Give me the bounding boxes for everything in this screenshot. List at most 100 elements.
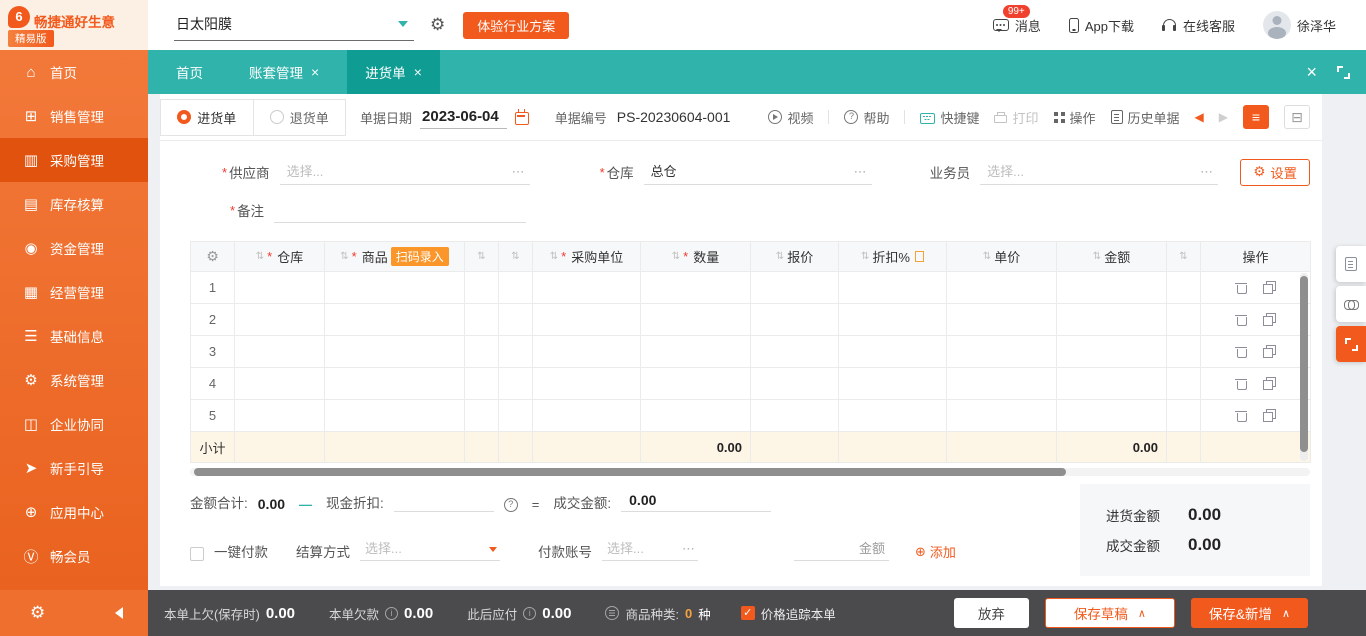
calendar-icon[interactable]	[514, 108, 529, 125]
pay-account-field[interactable]: 选择... ⋯	[602, 538, 698, 561]
delete-row-icon[interactable]	[1235, 281, 1247, 294]
grid-cell[interactable]	[464, 303, 499, 336]
grid-cell[interactable]	[324, 367, 465, 400]
hotkey-button[interactable]: 快捷键	[920, 108, 979, 127]
scan-entry-button[interactable]: 扫码录入	[390, 247, 449, 266]
tab-purchase-order[interactable]: 进货单 ×	[347, 50, 440, 94]
info-icon[interactable]	[523, 606, 537, 620]
onekey-pay-checkbox[interactable]	[190, 547, 204, 561]
grid-cell[interactable]	[324, 271, 465, 304]
copy-row-icon[interactable]	[1263, 281, 1276, 294]
grid-cell[interactable]	[640, 335, 751, 368]
sidebar-item-base-info[interactable]: ☰ 基础信息	[0, 314, 148, 358]
date-value[interactable]: 2023-06-04	[420, 106, 507, 129]
grid-cell[interactable]	[750, 335, 839, 368]
grid-cell[interactable]	[324, 399, 465, 432]
sort-icon[interactable]: ⇅	[1179, 251, 1187, 262]
close-icon[interactable]: ×	[311, 64, 319, 80]
sort-icon[interactable]: ⇅	[983, 251, 991, 262]
next-arrow-icon[interactable]: ▶	[1219, 110, 1228, 124]
save-and-new-button[interactable]: 保存&新增 ∧	[1190, 598, 1308, 628]
vertical-scrollbar[interactable]	[1300, 273, 1308, 461]
sidebar-item-inventory[interactable]: ▤ 库存核算	[0, 182, 148, 226]
more-icon[interactable]: ⋯	[1200, 164, 1213, 180]
sidebar-item-sales[interactable]: ⊞ 销售管理	[0, 94, 148, 138]
scrollbar-thumb[interactable]	[194, 468, 1066, 476]
pay-amount-field[interactable]: 金额	[794, 538, 889, 561]
grid-cell[interactable]	[464, 367, 499, 400]
more-icon[interactable]: ⋯	[682, 541, 695, 557]
grid-cell[interactable]	[1056, 367, 1167, 400]
operations-button[interactable]: 操作	[1053, 108, 1096, 127]
sort-icon[interactable]: ⇅	[1093, 251, 1101, 262]
grid-cell[interactable]	[498, 367, 533, 400]
grid-cell[interactable]	[498, 399, 533, 432]
grid-cell[interactable]	[750, 271, 839, 304]
question-circle-icon[interactable]	[503, 498, 518, 512]
column-settings-gear-icon[interactable]: ⚙	[190, 241, 235, 272]
radio-selected-icon[interactable]	[177, 110, 192, 124]
copy-row-icon[interactable]	[1263, 409, 1276, 422]
horizontal-scrollbar[interactable]	[190, 468, 1310, 476]
radio-icon[interactable]	[269, 110, 284, 124]
settle-method-select[interactable]: 选择...	[360, 538, 500, 561]
sidebar-item-collab[interactable]: ◫ 企业协同	[0, 402, 148, 446]
grid-cell[interactable]	[838, 399, 947, 432]
sidebar-item-app-center[interactable]: ⊕ 应用中心	[0, 490, 148, 534]
header-gear-icon[interactable]: ⚙	[430, 15, 445, 35]
grid-cell[interactable]	[750, 399, 839, 432]
sort-icon[interactable]: ⇅	[340, 251, 348, 262]
print-button[interactable]: 打印	[994, 108, 1039, 127]
grid-cell[interactable]	[532, 303, 641, 336]
salesman-field[interactable]: 选择... ⋯	[980, 160, 1219, 185]
grid-cell[interactable]	[464, 399, 499, 432]
grid-cell[interactable]	[838, 271, 947, 304]
grid-cell[interactable]	[640, 271, 751, 304]
sidebar-item-system[interactable]: ⚙ 系统管理	[0, 358, 148, 402]
help-button[interactable]: 帮助	[844, 108, 889, 127]
grid-cell[interactable]	[234, 367, 325, 400]
doc-type-return[interactable]: 退货单	[252, 99, 346, 135]
messages-button[interactable]: 99+ 消息	[992, 3, 1041, 35]
company-select[interactable]: 日太阳膜	[174, 9, 414, 41]
copy-row-icon[interactable]	[1263, 377, 1276, 390]
grid-cell[interactable]	[1056, 303, 1167, 336]
grid-cell[interactable]	[750, 303, 839, 336]
fullscreen-icon[interactable]	[1337, 65, 1350, 79]
grid-cell[interactable]	[946, 399, 1057, 432]
app-download-button[interactable]: App下载	[1068, 16, 1134, 35]
sidebar-item-funds[interactable]: ◉ 资金管理	[0, 226, 148, 270]
sidebar-item-guide[interactable]: ➤ 新手引导	[0, 446, 148, 490]
online-service-button[interactable]: 在线客服	[1161, 16, 1235, 35]
remark-field[interactable]	[274, 198, 527, 223]
sort-icon[interactable]: ⇅	[672, 251, 680, 262]
save-draft-button[interactable]: 保存草稿 ∧	[1044, 598, 1175, 628]
sort-icon[interactable]: ⇅	[477, 251, 485, 262]
grid-cell[interactable]	[946, 367, 1057, 400]
close-icon[interactable]: ×	[414, 64, 422, 80]
sort-icon[interactable]: ⇅	[776, 251, 784, 262]
link-float-button[interactable]	[1336, 286, 1366, 322]
grid-cell[interactable]	[532, 367, 641, 400]
grid-cell[interactable]	[838, 367, 947, 400]
video-button[interactable]: 视频	[768, 108, 813, 127]
user-menu[interactable]: 徐泽华	[1262, 11, 1336, 39]
sort-icon[interactable]: ⇅	[256, 251, 264, 262]
sidebar-item-business[interactable]: ▦ 经营管理	[0, 270, 148, 314]
grid-cell[interactable]	[324, 335, 465, 368]
deal-amount-field[interactable]: 0.00	[621, 492, 772, 512]
grid-cell[interactable]	[234, 303, 325, 336]
doc-type-purchase[interactable]: 进货单	[161, 100, 253, 135]
close-all-icon[interactable]: ×	[1306, 62, 1317, 83]
more-icon[interactable]: ⋯	[512, 164, 525, 180]
delete-row-icon[interactable]	[1235, 313, 1247, 326]
grid-cell[interactable]	[498, 271, 533, 304]
grid-cell[interactable]	[234, 335, 325, 368]
tab-home[interactable]: 首页	[158, 50, 221, 94]
collapse-horn-icon[interactable]	[109, 606, 124, 620]
settings-button[interactable]: ⚙ 设置	[1240, 158, 1310, 186]
grid-cell[interactable]	[946, 271, 1057, 304]
sort-icon[interactable]: ⇅	[861, 251, 869, 262]
sidebar-item-member[interactable]: Ⓥ 畅会员	[0, 534, 148, 578]
grid-cell[interactable]	[498, 303, 533, 336]
